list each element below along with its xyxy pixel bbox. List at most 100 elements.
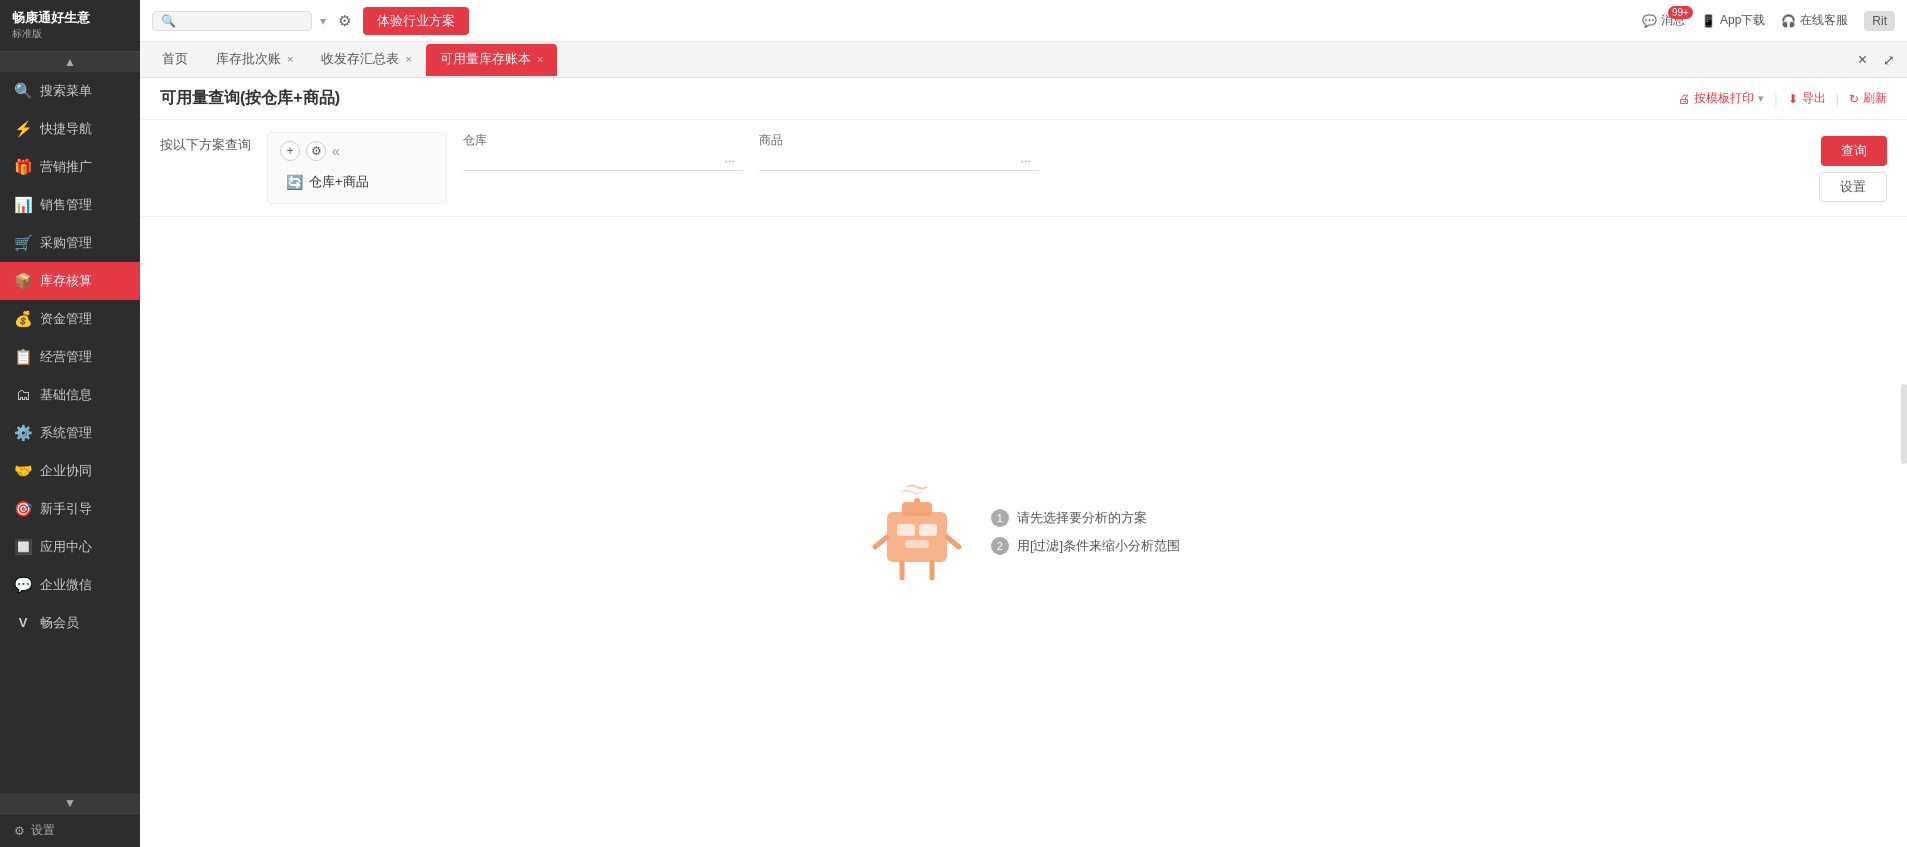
app-version: 标准版	[12, 27, 128, 41]
search-input[interactable]	[180, 14, 300, 28]
filter-scheme-panel: + ⚙ « 🔄 仓库+商品	[267, 132, 447, 204]
industry-solution-button[interactable]: 体验行业方案	[363, 7, 469, 35]
empty-hint-1: 1 请先选择要分析的方案	[991, 509, 1180, 527]
filter-buttons: 查询 设置	[1819, 132, 1887, 202]
filter-fields: 仓库 ··· 商品 ···	[463, 132, 1803, 171]
sidebar-item-onboarding[interactable]: 🎯 新手引导	[0, 490, 140, 528]
sidebar-item-search[interactable]: 🔍 搜索菜单	[0, 72, 140, 110]
sidebar-item-label: 基础信息	[40, 386, 92, 404]
tab-available-stock-close[interactable]: ×	[537, 53, 543, 65]
sidebar-item-label: 销售管理	[40, 196, 92, 214]
finance-icon: 💰	[14, 310, 32, 328]
tab-home-label: 首页	[162, 50, 188, 68]
tabbar-actions: × ⤢	[1852, 51, 1899, 69]
settings-icon: ⚙	[14, 824, 25, 838]
sidebar-scroll-up[interactable]: ▲	[0, 52, 140, 72]
mobile-icon: 📱	[1701, 14, 1716, 28]
user-avatar[interactable]: Rit	[1864, 11, 1895, 31]
app-download-button[interactable]: 📱 App下载	[1701, 12, 1765, 29]
sidebar-bottom-settings[interactable]: ⚙ 设置	[0, 813, 140, 847]
sidebar-item-vip[interactable]: V 畅会员	[0, 604, 140, 642]
product-input[interactable]	[763, 153, 1016, 168]
sidebar-item-label: 库存核算	[40, 272, 92, 290]
print-chevron-icon: ▾	[1758, 92, 1764, 105]
refresh-label: 刷新	[1863, 90, 1887, 107]
settings-scheme-button[interactable]: ⚙	[306, 141, 326, 161]
sidebar-item-inventory[interactable]: 📦 库存核算	[0, 262, 140, 300]
message-icon: 💬	[1642, 14, 1657, 28]
export-label: 导出	[1802, 90, 1826, 107]
warehouse-input-container: ···	[463, 151, 743, 171]
hint-text-1: 请先选择要分析的方案	[1017, 509, 1147, 527]
print-icon: 🖨	[1678, 92, 1690, 106]
sidebar-item-system[interactable]: ⚙️ 系统管理	[0, 414, 140, 452]
tab-batch-account[interactable]: 库存批次账 ×	[202, 44, 307, 76]
sidebar-item-label: 采购管理	[40, 234, 92, 252]
filter-scheme-actions: + ⚙	[280, 141, 326, 161]
app-center-icon: 🔲	[14, 538, 32, 556]
settings-button[interactable]: 设置	[1819, 172, 1887, 202]
sidebar-scroll-down[interactable]: ▼	[0, 793, 140, 813]
action-divider-1: |	[1774, 91, 1777, 106]
query-button[interactable]: 查询	[1821, 136, 1887, 166]
scheme-item-warehouse-product[interactable]: 🔄 仓库+商品	[280, 169, 434, 195]
sidebar-item-shortcut[interactable]: ⚡ 快捷导航	[0, 110, 140, 148]
marketing-icon: 🎁	[14, 158, 32, 176]
tab-receive-summary-close[interactable]: ×	[405, 53, 411, 65]
sidebar-nav: 🔍 搜索菜单 ⚡ 快捷导航 🎁 营销推广 📊 销售管理 🛒 采购管理 📦 库存核…	[0, 72, 140, 793]
sidebar-item-wechat[interactable]: 💬 企业微信	[0, 566, 140, 604]
tab-available-stock[interactable]: 可用量库存账本 ×	[426, 44, 557, 76]
sidebar-item-purchase[interactable]: 🛒 采购管理	[0, 224, 140, 262]
filter-scheme-header: + ⚙ «	[280, 141, 434, 161]
add-scheme-button[interactable]: +	[280, 141, 300, 161]
shortcut-icon: ⚡	[14, 120, 32, 138]
tab-home[interactable]: 首页	[148, 44, 202, 76]
sidebar-item-label: 应用中心	[40, 538, 92, 556]
svg-rect-3	[905, 540, 929, 548]
search-chevron-icon[interactable]: ▾	[320, 14, 326, 28]
tab-batch-account-label: 库存批次账	[216, 50, 281, 68]
sidebar-item-enterprise[interactable]: 🤝 企业协同	[0, 452, 140, 490]
print-action[interactable]: 🖨 按模板打印 ▾	[1678, 90, 1764, 107]
filter-field-warehouse: 仓库 ···	[463, 132, 743, 171]
empty-hints: 1 请先选择要分析的方案 2 用[过滤]条件来缩小分析范围	[991, 509, 1180, 555]
topbar-search-box[interactable]: 🔍	[152, 11, 312, 31]
sidebar-item-operations[interactable]: 📋 经营管理	[0, 338, 140, 376]
sidebar-item-basic-info[interactable]: 🗂 基础信息	[0, 376, 140, 414]
sidebar-item-label: 畅会员	[40, 614, 79, 632]
sidebar-item-finance[interactable]: 💰 资金管理	[0, 300, 140, 338]
online-service-button[interactable]: 🎧 在线客服	[1781, 12, 1848, 29]
gear-icon[interactable]: ⚙	[334, 12, 355, 30]
app-download-label: App下载	[1720, 12, 1765, 29]
tab-receive-summary[interactable]: 收发存汇总表 ×	[307, 44, 425, 76]
search-icon: 🔍	[14, 82, 32, 100]
enterprise-icon: 🤝	[14, 462, 32, 480]
sidebar-item-marketing[interactable]: 🎁 营销推广	[0, 148, 140, 186]
product-more-icon[interactable]: ···	[1016, 153, 1035, 168]
right-scrollbar[interactable]	[1901, 384, 1907, 464]
page-actions: 🖨 按模板打印 ▾ | ⬇ 导出 | ↻ 刷新	[1678, 90, 1887, 107]
tabbar-expand-button[interactable]: ⤢	[1879, 52, 1899, 68]
empty-state: 1 请先选择要分析的方案 2 用[过滤]条件来缩小分析范围	[867, 482, 1180, 582]
scheme-item-icon: 🔄	[286, 174, 303, 190]
export-action[interactable]: ⬇ 导出	[1788, 90, 1826, 107]
message-button[interactable]: 💬 消息 99+	[1642, 12, 1685, 29]
product-input-container: ···	[759, 151, 1039, 171]
purchase-icon: 🛒	[14, 234, 32, 252]
svg-rect-1	[897, 524, 915, 536]
sidebar-item-sales[interactable]: 📊 销售管理	[0, 186, 140, 224]
warehouse-input[interactable]	[467, 153, 720, 168]
tab-batch-account-close[interactable]: ×	[287, 53, 293, 65]
sidebar-item-label: 资金管理	[40, 310, 92, 328]
sidebar-item-label: 企业微信	[40, 576, 92, 594]
tabbar-close-all-button[interactable]: ×	[1852, 51, 1873, 69]
app-logo: 畅康通好生意 标准版	[0, 0, 140, 52]
sidebar: 畅康通好生意 标准版 ▲ 🔍 搜索菜单 ⚡ 快捷导航 🎁 营销推广 📊 销售管理…	[0, 0, 140, 847]
warehouse-more-icon[interactable]: ···	[720, 153, 739, 168]
collapse-scheme-button[interactable]: «	[332, 143, 340, 159]
online-service-label: 在线客服	[1800, 12, 1848, 29]
refresh-action[interactable]: ↻ 刷新	[1849, 90, 1887, 107]
product-field-label: 商品	[759, 132, 1039, 149]
sidebar-item-app-center[interactable]: 🔲 应用中心	[0, 528, 140, 566]
headset-icon: 🎧	[1781, 14, 1796, 28]
